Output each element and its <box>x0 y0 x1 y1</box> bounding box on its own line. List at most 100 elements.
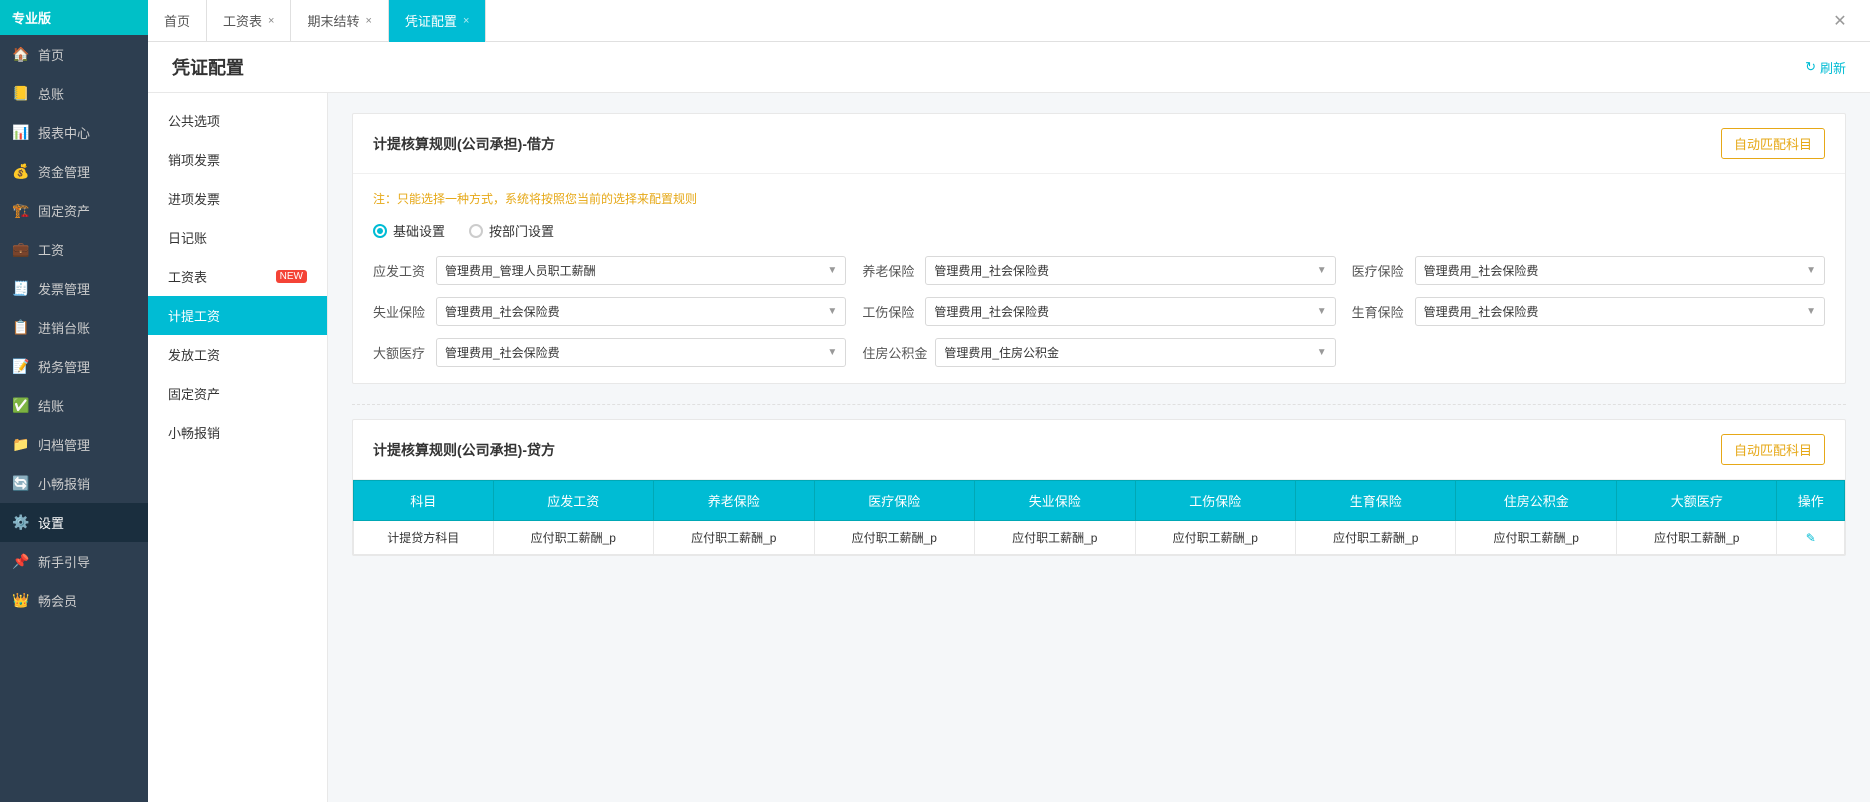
sidebar-item-funds[interactable]: 💰资金管理 <box>0 152 148 191</box>
tab-home[interactable]: 首页 <box>148 0 207 42</box>
debit-auto-match-button[interactable]: 自动匹配科目 <box>1721 128 1825 159</box>
sidebar-item-member[interactable]: 👑畅会员 <box>0 581 148 620</box>
sidebar-item-invoice-mgmt[interactable]: 🧾发票管理 <box>0 269 148 308</box>
debit-select-生育保险[interactable]: 管理费用_社会保险费 ▼ <box>1415 297 1825 326</box>
sidebar-item-settlement[interactable]: ✅结账 <box>0 386 148 425</box>
left-nav-item-xiaochangbao[interactable]: 小畅报销 <box>148 413 327 452</box>
refresh-button[interactable]: ↻ 刷新 <box>1805 58 1846 77</box>
radio-dept-label: 按部门设置 <box>489 221 554 240</box>
debit-select-value-工伤保险: 管理费用_社会保险费 <box>934 303 1049 320</box>
sidebar-item-salary[interactable]: 💼工资 <box>0 230 148 269</box>
debit-label-医疗保险: 医疗保险 <box>1352 261 1407 280</box>
sidebar-item-xiaochangbao[interactable]: 🔄小畅报销 <box>0 464 148 503</box>
left-nav-item-calc-salary[interactable]: 计提工资 <box>148 296 327 335</box>
sidebar-label-member: 畅会员 <box>38 591 77 610</box>
left-nav-label-calc-salary: 计提工资 <box>168 306 220 325</box>
debit-select-大额医疗[interactable]: 管理费用_社会保险费 ▼ <box>436 338 846 367</box>
badge-new-salary-table: NEW <box>276 270 307 283</box>
debit-arrow-医疗保险: ▼ <box>1806 265 1816 276</box>
page-header: 凭证配置 ↻ 刷新 <box>148 42 1870 93</box>
edit-icon[interactable]: ✎ <box>1806 531 1816 545</box>
sidebar-item-fixed-assets[interactable]: 🏗️固定资产 <box>0 191 148 230</box>
debit-select-工伤保险[interactable]: 管理费用_社会保险费 ▼ <box>925 297 1335 326</box>
credit-th-生育保险: 生育保险 <box>1295 481 1455 521</box>
debit-form-row-住房公积金: 住房公积金 管理费用_住房公积金 ▼ <box>862 338 1335 367</box>
radio-basic[interactable]: 基础设置 <box>373 221 445 240</box>
sidebar-icon-settings: ⚙️ <box>12 514 30 531</box>
left-nav-item-purchase-invoice[interactable]: 进项发票 <box>148 179 327 218</box>
debit-arrow-大额医疗: ▼ <box>827 347 837 358</box>
debit-label-工伤保险: 工伤保险 <box>862 302 917 321</box>
tab-period-close[interactable]: 期末结转× <box>291 0 388 42</box>
debit-select-value-生育保险: 管理费用_社会保险费 <box>1424 303 1539 320</box>
left-nav-item-fixed-assets[interactable]: 固定资产 <box>148 374 327 413</box>
radio-basic-dot <box>373 224 387 238</box>
credit-row-value-6: 应付职工薪酬_p <box>1456 521 1616 555</box>
debit-select-住房公积金[interactable]: 管理费用_住房公积金 ▼ <box>935 338 1335 367</box>
sidebar-items: 🏠首页📒总账📊报表中心💰资金管理🏗️固定资产💼工资🧾发票管理📋进销台账📝税务管理… <box>0 35 148 620</box>
debit-select-养老保险[interactable]: 管理费用_社会保险费 ▼ <box>925 256 1335 285</box>
credit-row-value-3: 应付职工薪酬_p <box>975 521 1135 555</box>
left-nav-item-salary-table[interactable]: 工资表 NEW <box>148 257 327 296</box>
left-nav-item-pay-salary[interactable]: 发放工资 <box>148 335 327 374</box>
credit-row-value-7: 应付职工薪酬_p <box>1616 521 1776 555</box>
left-nav-label-salary-table: 工资表 <box>168 267 207 286</box>
refresh-label: 刷新 <box>1820 58 1846 77</box>
sidebar-label-archive: 归档管理 <box>38 435 90 454</box>
credit-section-title: 计提核算规则(公司承担)-贷方 <box>373 440 555 460</box>
sidebar: 专业版 🏠首页📒总账📊报表中心💰资金管理🏗️固定资产💼工资🧾发票管理📋进销台账📝… <box>0 0 148 802</box>
left-nav-item-public-options[interactable]: 公共选项 <box>148 101 327 140</box>
debit-label-大额医疗: 大额医疗 <box>373 343 428 362</box>
sidebar-item-purchase-sales[interactable]: 📋进销台账 <box>0 308 148 347</box>
tab-voucher-config[interactable]: 凭证配置× <box>389 0 486 42</box>
sidebar-item-general-ledger[interactable]: 📒总账 <box>0 74 148 113</box>
sidebar-item-archive[interactable]: 📁归档管理 <box>0 425 148 464</box>
sidebar-item-home[interactable]: 🏠首页 <box>0 35 148 74</box>
tab-close-voucher-config[interactable]: × <box>463 15 469 27</box>
debit-notice: 注：只能选择一种方式，系统将按照您当前的选择来配置规则 <box>373 190 1825 207</box>
tab-close-salary-table[interactable]: × <box>268 15 274 27</box>
close-button[interactable]: ✕ <box>1826 7 1854 35</box>
main-area: 首页工资表×期末结转×凭证配置× ✕ 凭证配置 ↻ 刷新 公共选项销项发票进项发… <box>148 0 1870 802</box>
debit-select-医疗保险[interactable]: 管理费用_社会保险费 ▼ <box>1415 256 1825 285</box>
left-nav: 公共选项销项发票进项发票日记账工资表 NEW 计提工资发放工资固定资产小畅报销 <box>148 93 328 802</box>
sidebar-label-settlement: 结账 <box>38 396 64 415</box>
credit-auto-match-button[interactable]: 自动匹配科目 <box>1721 434 1825 465</box>
sidebar-item-settings[interactable]: ⚙️设置 <box>0 503 148 542</box>
sidebar-item-tax-mgmt[interactable]: 📝税务管理 <box>0 347 148 386</box>
credit-th-医疗保险: 医疗保险 <box>814 481 974 521</box>
left-nav-item-sales-invoice[interactable]: 销项发票 <box>148 140 327 179</box>
sidebar-item-guide[interactable]: 📌新手引导 <box>0 542 148 581</box>
section-divider <box>352 404 1846 405</box>
app-title: 专业版 <box>0 0 148 35</box>
sidebar-icon-home: 🏠 <box>12 46 30 63</box>
sidebar-icon-guide: 📌 <box>12 553 30 570</box>
debit-select-应发工资[interactable]: 管理费用_管理人员职工薪酬 ▼ <box>436 256 846 285</box>
debit-section-title: 计提核算规则(公司承担)-借方 <box>373 134 555 154</box>
radio-basic-label: 基础设置 <box>393 221 445 240</box>
left-nav-label-journal: 日记账 <box>168 228 207 247</box>
content-area: 公共选项销项发票进项发票日记账工资表 NEW 计提工资发放工资固定资产小畅报销 计提… <box>148 93 1870 802</box>
debit-label-生育保险: 生育保险 <box>1352 302 1407 321</box>
sidebar-item-reports[interactable]: 📊报表中心 <box>0 113 148 152</box>
page-title: 凭证配置 <box>172 54 244 80</box>
debit-arrow-住房公积金: ▼ <box>1317 347 1327 358</box>
credit-table-row: 计提贷方科目应付职工薪酬_p应付职工薪酬_p应付职工薪酬_p应付职工薪酬_p应付… <box>354 521 1845 555</box>
tab-salary-table[interactable]: 工资表× <box>207 0 291 42</box>
debit-select-失业保险[interactable]: 管理费用_社会保险费 ▼ <box>436 297 846 326</box>
left-nav-item-journal[interactable]: 日记账 <box>148 218 327 257</box>
left-nav-label-pay-salary: 发放工资 <box>168 345 220 364</box>
credit-row-value-5: 应付职工薪酬_p <box>1295 521 1455 555</box>
sidebar-icon-fixed-assets: 🏗️ <box>12 202 30 219</box>
debit-section-header: 计提核算规则(公司承担)-借方 自动匹配科目 <box>353 114 1845 174</box>
sidebar-label-general-ledger: 总账 <box>38 84 64 103</box>
left-nav-label-sales-invoice: 销项发票 <box>168 150 220 169</box>
sidebar-icon-reports: 📊 <box>12 124 30 141</box>
credit-row-action[interactable]: ✎ <box>1777 521 1845 555</box>
tab-close-period-close[interactable]: × <box>365 15 371 27</box>
credit-row-subject: 计提贷方科目 <box>354 521 494 555</box>
credit-section-header: 计提核算规则(公司承担)-贷方 自动匹配科目 <box>353 420 1845 480</box>
sidebar-label-purchase-sales: 进销台账 <box>38 318 90 337</box>
debit-select-value-失业保险: 管理费用_社会保险费 <box>445 303 560 320</box>
radio-by-dept[interactable]: 按部门设置 <box>469 221 554 240</box>
